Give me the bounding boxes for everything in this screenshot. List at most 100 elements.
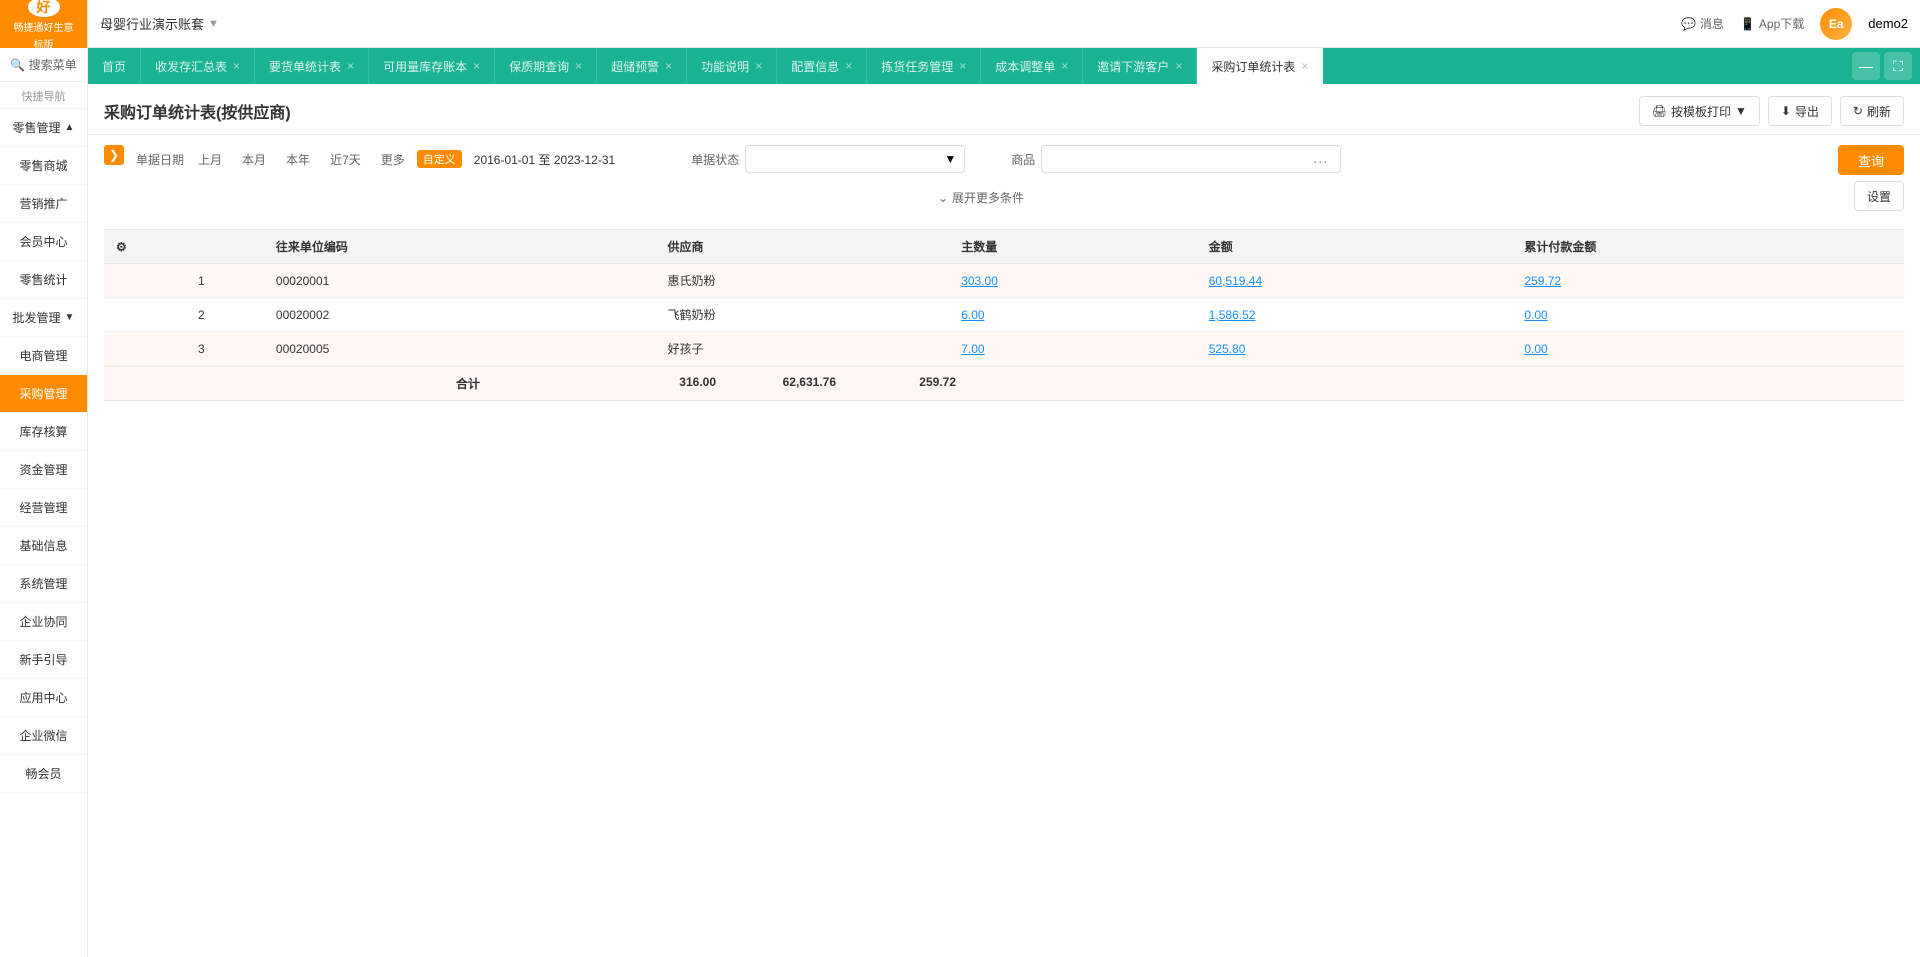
- goods-input[interactable]: …: [1041, 145, 1341, 173]
- footer-values: 316.00 62,631.76 259.72: [606, 375, 1892, 392]
- sidebar-item-basic-info[interactable]: 基础信息: [0, 527, 87, 565]
- td-qty[interactable]: 7.00: [949, 332, 1197, 366]
- tab-minimize-btn[interactable]: —: [1852, 52, 1880, 80]
- app-download-btn[interactable]: 📱 App下载: [1740, 15, 1804, 32]
- td-qty[interactable]: 303.00: [949, 264, 1197, 298]
- sidebar-item-label: 会员中心: [19, 235, 67, 249]
- sidebar-item-ecommerce[interactable]: 电商管理: [0, 337, 87, 375]
- tab-close-icon[interactable]: ×: [473, 59, 480, 73]
- goods-more-icon[interactable]: …: [1308, 150, 1332, 168]
- sidebar-item-retail-shop[interactable]: 零售商城: [0, 147, 87, 185]
- td-amount[interactable]: 1,586.52: [1197, 298, 1513, 332]
- td-supplier-code: 00020005: [264, 332, 656, 366]
- goods-label: 商品: [1011, 151, 1035, 168]
- query-button[interactable]: 查询: [1838, 145, 1904, 175]
- tab-avail-inventory[interactable]: 可用量库存账本 ×: [369, 48, 495, 84]
- sidebar-item-label: 企业协同: [19, 615, 67, 629]
- footer-paid: 259.72: [856, 375, 976, 392]
- tab-label: 成本调整单: [995, 58, 1055, 75]
- tab-label: 要货单统计表: [269, 58, 341, 75]
- avatar-text: Ea: [1829, 17, 1844, 31]
- topbar: 母婴行业演示账套 ▼ 💬 消息 📱 App下载 Ea demo2: [88, 0, 1920, 48]
- sidebar-item-operations[interactable]: 经营管理: [0, 489, 87, 527]
- td-no: 3: [139, 332, 264, 366]
- tab-config-info[interactable]: 配置信息 ×: [777, 48, 867, 84]
- search-menu[interactable]: 🔍 搜索菜单: [0, 48, 87, 82]
- status-select[interactable]: ▼: [745, 145, 965, 173]
- print-button[interactable]: 🖨 按模板打印 ▼: [1639, 96, 1760, 126]
- settings-icon[interactable]: ⚙: [116, 240, 127, 254]
- tab-expiry-query[interactable]: 保质期查询 ×: [495, 48, 597, 84]
- tab-cost-adjust[interactable]: 成本调整单 ×: [981, 48, 1083, 84]
- print-icon: 🖨: [1652, 104, 1667, 118]
- td-amount[interactable]: 525.80: [1197, 332, 1513, 366]
- tab-label: 可用量库存账本: [383, 58, 467, 75]
- sidebar-item-member[interactable]: 会员中心: [0, 223, 87, 261]
- tab-goods-stat[interactable]: 要货单统计表 ×: [255, 48, 369, 84]
- sidebar-item-new-guide[interactable]: 新手引导: [0, 641, 87, 679]
- sidebar-item-retail-stat[interactable]: 零售统计: [0, 261, 87, 299]
- td-supplier: 惠氏奶粉: [655, 264, 949, 298]
- tab-close-icon[interactable]: ×: [665, 59, 672, 73]
- sidebar-item-batch-mgmt[interactable]: 批发管理 ▼: [0, 299, 87, 337]
- tab-maximize-btn[interactable]: ⛶: [1884, 52, 1912, 80]
- td-paid[interactable]: 0.00: [1512, 332, 1904, 366]
- sidebar-item-purchase-mgmt[interactable]: 采购管理: [0, 375, 87, 413]
- date-range-value: 2016-01-01 至 2023-12-31: [474, 151, 615, 168]
- shortcut-this-month[interactable]: 本月: [234, 149, 274, 170]
- tab-collect-send[interactable]: 收发存汇总表 ×: [141, 48, 255, 84]
- refresh-button[interactable]: ↻ 刷新: [1840, 96, 1904, 126]
- tab-close-icon[interactable]: ×: [1301, 59, 1308, 73]
- sidebar-item-label: 应用中心: [19, 691, 67, 705]
- tab-purchase-order-stat[interactable]: 采购订单统计表 ×: [1197, 48, 1323, 84]
- message-btn[interactable]: 💬 消息: [1681, 15, 1724, 32]
- filter-collapse-btn[interactable]: ❯: [104, 145, 124, 165]
- tab-close-icon[interactable]: ×: [845, 59, 852, 73]
- logo-icon: 好: [28, 0, 60, 17]
- sidebar-item-inventory[interactable]: 库存核算: [0, 413, 87, 451]
- sidebar-item-member2[interactable]: 畅会员: [0, 755, 87, 793]
- settings-button[interactable]: 设置: [1854, 181, 1904, 211]
- sidebar-item-label: 电商管理: [19, 349, 67, 363]
- sidebar-item-cooperation[interactable]: 企业协同: [0, 603, 87, 641]
- shortcut-this-year[interactable]: 本年: [278, 149, 318, 170]
- tab-close-icon[interactable]: ×: [959, 59, 966, 73]
- shortcut-last-month[interactable]: 上月: [190, 149, 230, 170]
- tab-close-icon[interactable]: ×: [233, 59, 240, 73]
- td-paid[interactable]: 259.72: [1512, 264, 1904, 298]
- shortcut-7days[interactable]: 近7天: [322, 149, 369, 170]
- sidebar-item-retail-mgmt[interactable]: 零售管理 ▲: [0, 109, 87, 147]
- sidebar-item-finance[interactable]: 资金管理: [0, 451, 87, 489]
- tab-close-icon[interactable]: ×: [1175, 59, 1182, 73]
- footer-amount: 62,631.76: [736, 375, 856, 392]
- download-icon: 📱: [1740, 17, 1755, 31]
- sidebar-item-corp-wechat[interactable]: 企业微信: [0, 717, 87, 755]
- tab-overstock[interactable]: 超储预警 ×: [597, 48, 687, 84]
- user-avatar[interactable]: Ea: [1820, 8, 1852, 40]
- tab-label: 超储预警: [611, 58, 659, 75]
- sidebar-item-label: 零售统计: [19, 273, 67, 287]
- print-dropdown-icon: ▼: [1735, 104, 1747, 118]
- td-paid[interactable]: 0.00: [1512, 298, 1904, 332]
- td-qty[interactable]: 6.00: [949, 298, 1197, 332]
- tab-home[interactable]: 首页: [88, 48, 141, 84]
- tab-close-icon[interactable]: ×: [347, 59, 354, 73]
- tab-close-icon[interactable]: ×: [575, 59, 582, 73]
- sidebar-item-marketing[interactable]: 营销推广: [0, 185, 87, 223]
- sidebar-item-label: 企业微信: [19, 729, 67, 743]
- tab-close-icon[interactable]: ×: [1061, 59, 1068, 73]
- export-button[interactable]: ⬇ 导出: [1768, 96, 1832, 126]
- tab-pick-task[interactable]: 拣货任务管理 ×: [867, 48, 981, 84]
- th-qty: 主数量: [949, 230, 1197, 264]
- sidebar-item-system[interactable]: 系统管理: [0, 565, 87, 603]
- td-amount[interactable]: 60,519.44: [1197, 264, 1513, 298]
- tab-invite-downstream[interactable]: 邀请下游客户 ×: [1083, 48, 1197, 84]
- expand-filter-btn[interactable]: ⌄ 展开更多条件: [938, 189, 1024, 206]
- shortcut-more[interactable]: 更多: [373, 149, 413, 170]
- sidebar-item-app-center[interactable]: 应用中心: [0, 679, 87, 717]
- th-amount: 金额: [1197, 230, 1513, 264]
- tab-func-desc[interactable]: 功能说明 ×: [687, 48, 777, 84]
- workspace-selector[interactable]: 母婴行业演示账套 ▼: [100, 14, 260, 33]
- tab-close-icon[interactable]: ×: [755, 59, 762, 73]
- table-wrapper: ⚙ 往来单位编码 供应商 主数量 金额 累计付款金额 1 00020001 惠氏…: [88, 229, 1920, 366]
